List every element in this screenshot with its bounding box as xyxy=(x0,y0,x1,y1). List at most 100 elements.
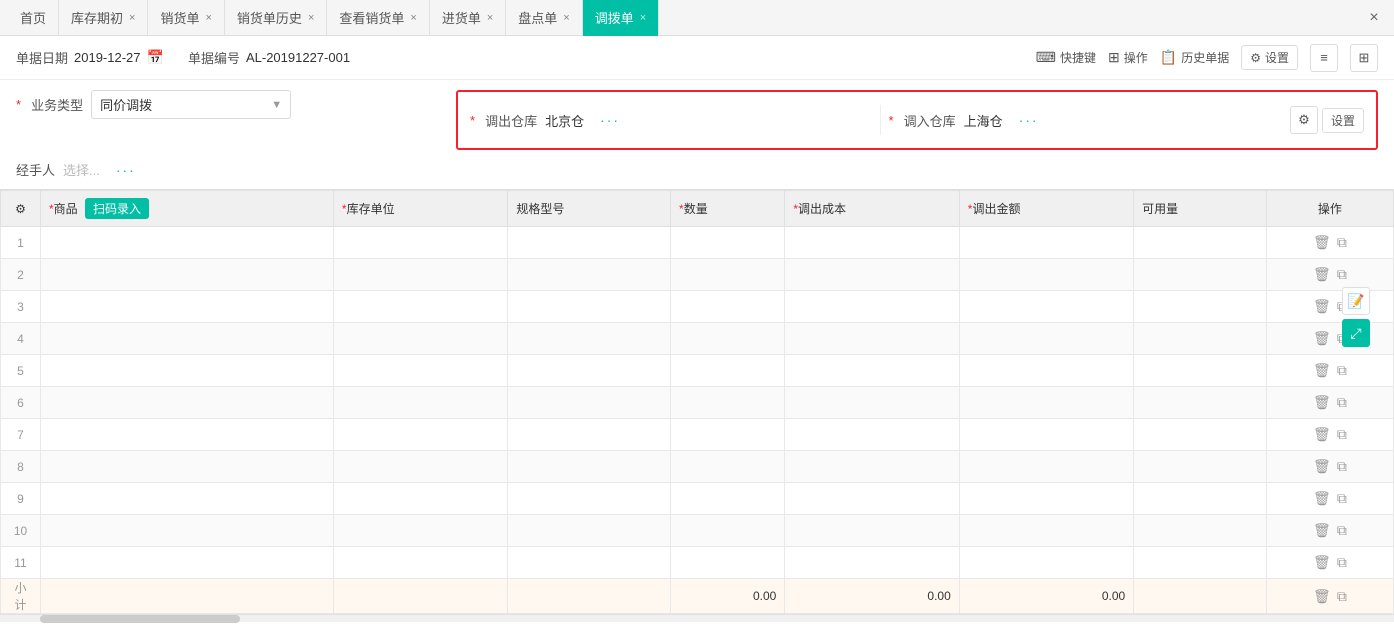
tab-close-sales[interactable]: × xyxy=(205,12,211,24)
grid-button[interactable]: ⊞ xyxy=(1350,44,1378,72)
row-amount-11[interactable] xyxy=(959,547,1133,579)
tab-purchase[interactable]: 进货单 × xyxy=(430,0,506,36)
row-product-4[interactable] xyxy=(41,323,334,355)
delete-icon-10[interactable]: 🗑 xyxy=(1313,522,1331,539)
layout-button[interactable]: ≡ xyxy=(1310,44,1338,72)
row-product-7[interactable] xyxy=(41,419,334,451)
row-amount-1[interactable] xyxy=(959,227,1133,259)
warehouse-set-button[interactable]: 设置 xyxy=(1322,108,1364,133)
tab-close-view-sales[interactable]: × xyxy=(410,12,416,24)
copy-icon-6[interactable]: ⧉ xyxy=(1337,394,1347,411)
copy-icon-1[interactable]: ⧉ xyxy=(1337,234,1347,251)
delete-icon-2[interactable]: 🗑 xyxy=(1313,266,1331,283)
row-cost-11[interactable] xyxy=(785,547,959,579)
row-amount-4[interactable] xyxy=(959,323,1133,355)
row-cost-10[interactable] xyxy=(785,515,959,547)
scrollbar[interactable] xyxy=(0,614,1394,622)
row-qty-2[interactable] xyxy=(671,259,785,291)
row-cost-2[interactable] xyxy=(785,259,959,291)
row-amount-10[interactable] xyxy=(959,515,1133,547)
tab-close-stock[interactable]: × xyxy=(563,12,569,24)
copy-icon-10[interactable]: ⧉ xyxy=(1337,522,1347,539)
row-product-8[interactable] xyxy=(41,451,334,483)
row-cost-8[interactable] xyxy=(785,451,959,483)
settings-button[interactable]: ⚙ 设置 xyxy=(1241,45,1298,70)
row-product-6[interactable] xyxy=(41,387,334,419)
subtotal-delete-icon[interactable]: 🗑 xyxy=(1313,588,1331,605)
tab-sales-history[interactable]: 销货单历史 × xyxy=(225,0,327,36)
warehouse-out-more-button[interactable]: ··· xyxy=(592,112,628,128)
delete-icon-5[interactable]: 🗑 xyxy=(1313,362,1331,379)
copy-icon-5[interactable]: ⧉ xyxy=(1337,362,1347,379)
delete-icon-3[interactable]: 🗑 xyxy=(1313,298,1331,315)
delete-icon-9[interactable]: 🗑 xyxy=(1313,490,1331,507)
calendar-icon[interactable]: 📅 xyxy=(147,49,164,66)
row-qty-4[interactable] xyxy=(671,323,785,355)
tab-close-sales-history[interactable]: × xyxy=(308,12,314,24)
delete-icon-7[interactable]: 🗑 xyxy=(1313,426,1331,443)
copy-icon-2[interactable]: ⧉ xyxy=(1337,266,1347,283)
row-qty-1[interactable] xyxy=(671,227,785,259)
tab-close-purchase[interactable]: × xyxy=(487,12,493,24)
row-amount-5[interactable] xyxy=(959,355,1133,387)
row-qty-6[interactable] xyxy=(671,387,785,419)
subtotal-copy-icon[interactable]: ⧉ xyxy=(1337,588,1347,605)
copy-icon-7[interactable]: ⧉ xyxy=(1337,426,1347,443)
warehouse-gear-button[interactable]: ⚙ xyxy=(1290,106,1318,134)
expand-button[interactable]: ⤢ xyxy=(1342,319,1370,347)
col-gear-header[interactable]: ⚙ xyxy=(1,191,41,227)
tab-view-sales[interactable]: 查看销货单 × xyxy=(327,0,429,36)
row-product-5[interactable] xyxy=(41,355,334,387)
note-button[interactable]: 📝 xyxy=(1342,287,1370,315)
row-cost-1[interactable] xyxy=(785,227,959,259)
delete-icon-4[interactable]: 🗑 xyxy=(1313,330,1331,347)
delete-icon-1[interactable]: 🗑 xyxy=(1313,234,1331,251)
tab-close-inventory[interactable]: × xyxy=(129,12,135,24)
row-cost-7[interactable] xyxy=(785,419,959,451)
row-amount-8[interactable] xyxy=(959,451,1133,483)
history-button[interactable]: 📋 历史单据 xyxy=(1160,49,1229,66)
row-qty-5[interactable] xyxy=(671,355,785,387)
row-product-10[interactable] xyxy=(41,515,334,547)
row-amount-9[interactable] xyxy=(959,483,1133,515)
delete-icon-11[interactable]: 🗑 xyxy=(1313,554,1331,571)
copy-icon-11[interactable]: ⧉ xyxy=(1337,554,1347,571)
tab-inventory-init[interactable]: 库存期初 × xyxy=(59,0,148,36)
copy-icon-9[interactable]: ⧉ xyxy=(1337,490,1347,507)
row-product-3[interactable] xyxy=(41,291,334,323)
tab-transfer[interactable]: 调拨单 × xyxy=(583,0,659,36)
warehouse-in-more-button[interactable]: ··· xyxy=(1011,112,1047,128)
row-product-2[interactable] xyxy=(41,259,334,291)
row-qty-3[interactable] xyxy=(671,291,785,323)
row-qty-8[interactable] xyxy=(671,451,785,483)
row-qty-11[interactable] xyxy=(671,547,785,579)
handler-more-button[interactable]: ··· xyxy=(108,162,144,178)
row-cost-5[interactable] xyxy=(785,355,959,387)
window-close-button[interactable]: × xyxy=(1362,6,1386,30)
row-product-1[interactable] xyxy=(41,227,334,259)
row-cost-3[interactable] xyxy=(785,291,959,323)
row-amount-6[interactable] xyxy=(959,387,1133,419)
tab-stock-check[interactable]: 盘点单 × xyxy=(506,0,582,36)
tab-sales-order[interactable]: 销货单 × xyxy=(148,0,224,36)
delete-icon-6[interactable]: 🗑 xyxy=(1313,394,1331,411)
operation-button[interactable]: ⊞ 操作 xyxy=(1108,49,1148,66)
row-amount-3[interactable] xyxy=(959,291,1133,323)
copy-icon-8[interactable]: ⧉ xyxy=(1337,458,1347,475)
row-qty-9[interactable] xyxy=(671,483,785,515)
shortcut-button[interactable]: ⌨ 快捷键 xyxy=(1036,49,1096,66)
business-type-select[interactable]: 同价调拨 ▼ xyxy=(91,90,291,119)
row-product-11[interactable] xyxy=(41,547,334,579)
tab-close-transfer[interactable]: × xyxy=(640,12,646,24)
row-cost-6[interactable] xyxy=(785,387,959,419)
row-cost-4[interactable] xyxy=(785,323,959,355)
row-cost-9[interactable] xyxy=(785,483,959,515)
delete-icon-8[interactable]: 🗑 xyxy=(1313,458,1331,475)
row-amount-2[interactable] xyxy=(959,259,1133,291)
scan-button[interactable]: 扫码录入 xyxy=(85,198,149,219)
row-amount-7[interactable] xyxy=(959,419,1133,451)
row-product-9[interactable] xyxy=(41,483,334,515)
handler-select[interactable]: 选择... xyxy=(63,160,100,179)
row-qty-7[interactable] xyxy=(671,419,785,451)
row-qty-10[interactable] xyxy=(671,515,785,547)
